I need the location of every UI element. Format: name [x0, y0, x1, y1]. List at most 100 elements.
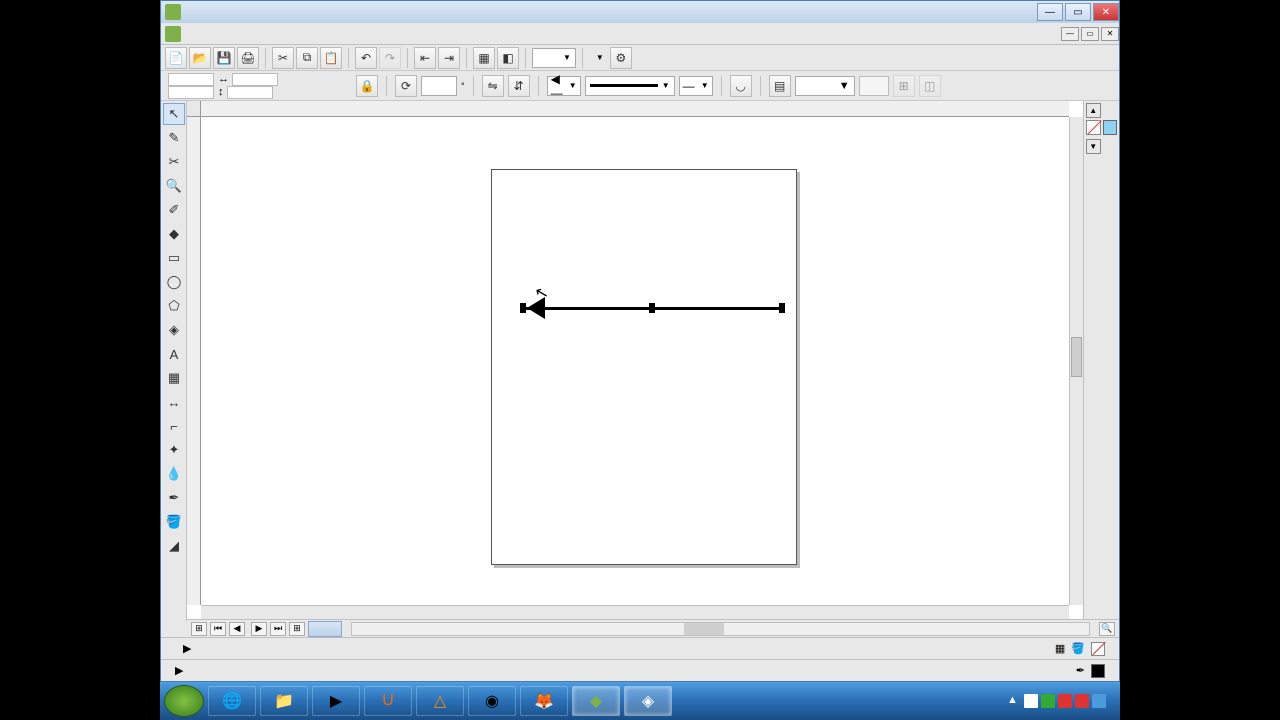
welcome-button[interactable]: ◧: [497, 47, 519, 69]
color-swatch[interactable]: [1103, 120, 1118, 135]
taskbar-uc[interactable]: U: [364, 686, 412, 716]
new-button[interactable]: 📄: [165, 47, 187, 69]
horizontal-ruler[interactable]: [201, 101, 1069, 117]
copy-button[interactable]: ⧉: [296, 47, 318, 69]
y-input[interactable]: [168, 86, 214, 99]
outline-color-swatch[interactable]: [1091, 664, 1105, 678]
palette-scroll-up[interactable]: ▲: [1086, 103, 1101, 118]
tray-flag-icon[interactable]: [1024, 694, 1038, 708]
print-button[interactable]: 🖨: [237, 47, 259, 69]
maximize-button[interactable]: ▭: [1065, 3, 1091, 21]
eyedropper-tool[interactable]: 💧: [163, 463, 185, 485]
paste-button[interactable]: 📋: [320, 47, 342, 69]
mdi-restore[interactable]: ▭: [1081, 27, 1099, 41]
scrollbar-thumb[interactable]: [1071, 337, 1082, 377]
no-color-swatch[interactable]: [1086, 120, 1101, 135]
color-proof-icon[interactable]: ▦: [1055, 642, 1065, 655]
lock-ratio-button[interactable]: 🔒: [356, 75, 378, 97]
export-button[interactable]: ⇥: [438, 47, 460, 69]
taskbar-wmp[interactable]: ▶: [312, 686, 360, 716]
rectangle-tool[interactable]: ▭: [163, 247, 185, 269]
tray-battery-icon[interactable]: [1092, 694, 1106, 708]
line-style-select[interactable]: ▼: [585, 76, 675, 96]
freehand-tool[interactable]: ✐: [163, 199, 185, 221]
vertical-scrollbar[interactable]: [1069, 117, 1083, 605]
connector-tool[interactable]: ⌐: [163, 415, 185, 437]
end-arrowhead-select[interactable]: —▼: [679, 76, 713, 96]
wrap-text-button[interactable]: ▤: [769, 75, 791, 97]
add-page-button[interactable]: ⊞: [191, 622, 207, 636]
app-launcher-button[interactable]: ▦: [473, 47, 495, 69]
undo-button[interactable]: ↶: [355, 47, 377, 69]
taskbar-vlc[interactable]: △: [416, 686, 464, 716]
selection-handle[interactable]: [649, 303, 655, 313]
taskbar-ie[interactable]: 🌐: [208, 686, 256, 716]
taskbar-app[interactable]: ◈: [624, 686, 672, 716]
smart-fill-tool[interactable]: ◆: [163, 223, 185, 245]
next-page-button[interactable]: ▶: [251, 622, 267, 636]
mirror-v-button[interactable]: ⇵: [508, 75, 530, 97]
close-button[interactable]: ✕: [1093, 3, 1119, 21]
convert-button[interactable]: ◫: [919, 75, 941, 97]
text-tool[interactable]: A: [163, 343, 185, 365]
cut-button[interactable]: ✂: [272, 47, 294, 69]
pick-tool[interactable]: ↖: [163, 103, 185, 125]
expand-icon[interactable]: ▶: [175, 664, 183, 677]
rotation-input[interactable]: [421, 76, 457, 96]
height-input[interactable]: [227, 86, 273, 99]
dimension-tool[interactable]: ↔: [163, 391, 185, 413]
open-button[interactable]: 📂: [189, 47, 211, 69]
fill-tool[interactable]: 🪣: [163, 511, 185, 533]
tray-shield-icon[interactable]: [1041, 694, 1055, 708]
interactive-fill-tool[interactable]: ◢: [163, 535, 185, 557]
taskbar-firefox[interactable]: 🦊: [520, 686, 568, 716]
add-page-after-button[interactable]: ⊞: [289, 622, 305, 636]
outline-width-select[interactable]: ▼: [795, 76, 855, 96]
tray-show-hidden-icon[interactable]: ▲: [1007, 694, 1021, 708]
canvas[interactable]: ↖: [201, 117, 1069, 605]
start-arrowhead-select[interactable]: ◀—▼: [547, 76, 581, 96]
polygon-tool[interactable]: ⬠: [163, 295, 185, 317]
taskbar-chrome[interactable]: ◉: [468, 686, 516, 716]
vertical-ruler[interactable]: [187, 117, 201, 605]
shape-tool[interactable]: ✎: [163, 127, 185, 149]
scrollbar-thumb[interactable]: [684, 623, 724, 635]
zoom-tool[interactable]: 🔍: [163, 175, 185, 197]
palette-scroll-down[interactable]: ▼: [1086, 139, 1101, 154]
minimize-button[interactable]: —: [1037, 3, 1063, 21]
mirror-h-button[interactable]: ⇋: [482, 75, 504, 97]
taskbar-explorer[interactable]: 📁: [260, 686, 308, 716]
page-tab[interactable]: [308, 621, 342, 637]
mdi-minimize[interactable]: —: [1061, 27, 1079, 41]
zoom-page-button[interactable]: 🔍: [1099, 622, 1115, 636]
crop-tool[interactable]: ✂: [163, 151, 185, 173]
table-tool[interactable]: ▦: [163, 367, 185, 389]
mdi-close[interactable]: ✕: [1101, 27, 1119, 41]
prev-page-button[interactable]: ◀: [229, 622, 245, 636]
tray-network-icon[interactable]: [1058, 694, 1072, 708]
first-page-button[interactable]: ⏮: [210, 622, 226, 636]
save-button[interactable]: 💾: [213, 47, 235, 69]
duplicate-distance-button[interactable]: ⊞: [893, 75, 915, 97]
width-input[interactable]: [232, 73, 278, 86]
basic-shapes-tool[interactable]: ◈: [163, 319, 185, 341]
start-button[interactable]: [164, 685, 204, 717]
tray-volume-icon[interactable]: [1075, 694, 1089, 708]
snap-to-dropdown[interactable]: ▼: [589, 53, 608, 62]
fill-none-swatch[interactable]: [1091, 642, 1105, 656]
ellipse-tool[interactable]: ◯: [163, 271, 185, 293]
options-button[interactable]: ⚙: [610, 47, 632, 69]
interactive-tool[interactable]: ✦: [163, 439, 185, 461]
drawing-area[interactable]: ↖: [187, 101, 1083, 621]
last-page-button[interactable]: ⏭: [270, 622, 286, 636]
redo-button[interactable]: ↷: [379, 47, 401, 69]
app-menu-icon[interactable]: [165, 26, 181, 42]
outline-tool[interactable]: ✒: [163, 487, 185, 509]
copies-input[interactable]: [859, 76, 889, 96]
zoom-select[interactable]: ▼: [532, 48, 576, 68]
close-curve-button[interactable]: ◡: [730, 75, 752, 97]
import-button[interactable]: ⇤: [414, 47, 436, 69]
selection-handle[interactable]: [779, 303, 785, 313]
taskbar-coreldraw[interactable]: ◆: [572, 686, 620, 716]
x-input[interactable]: [168, 73, 214, 86]
